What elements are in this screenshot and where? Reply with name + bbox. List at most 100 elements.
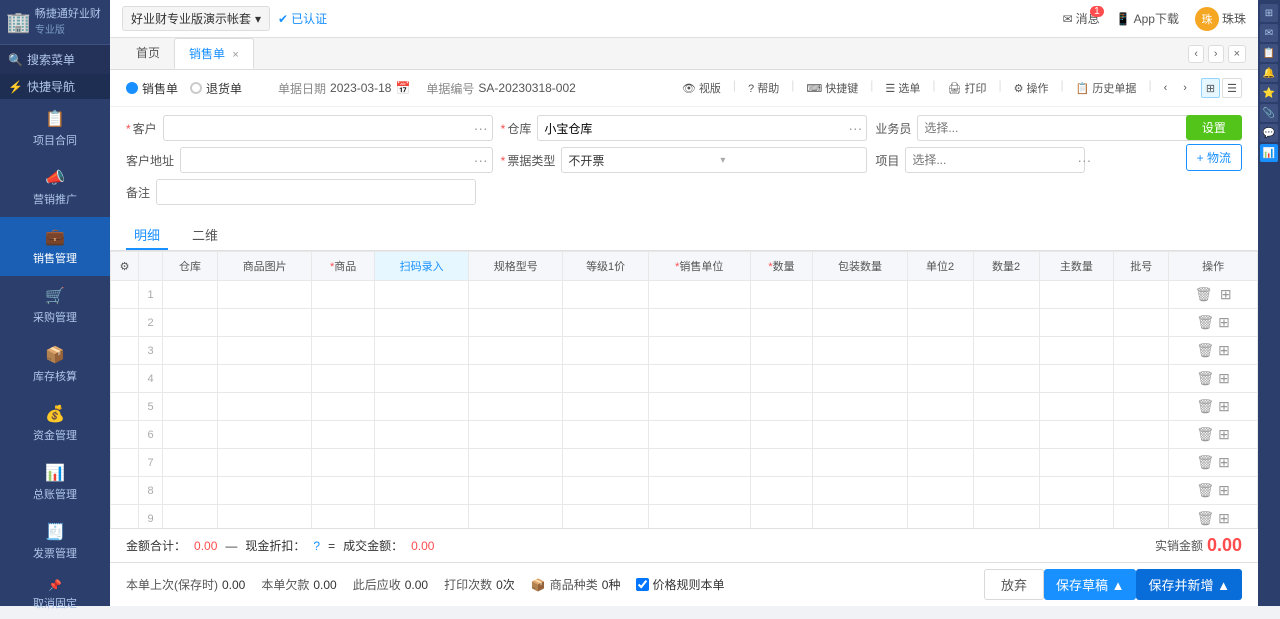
toolbar-help-btn[interactable]: ? 帮助	[742, 78, 785, 98]
tab-next-button[interactable]: ›	[1208, 45, 1224, 63]
row-copy-btn-7[interactable]: ⊞	[1216, 454, 1232, 471]
set-button[interactable]: 设置	[1186, 115, 1242, 140]
note-input[interactable]	[156, 179, 476, 205]
tab-close-all-button[interactable]: ×	[1228, 45, 1246, 63]
price-check-item[interactable]: 价格规则本单	[636, 576, 724, 593]
message-button[interactable]: ✉ 1 消息	[1063, 10, 1100, 27]
toolbar-view-btn[interactable]: 👁 视版	[676, 78, 727, 98]
col-settings[interactable]: ⚙	[111, 252, 139, 281]
tab-sales-order[interactable]: 销售单 ×	[174, 38, 254, 69]
price-check-checkbox[interactable]	[636, 578, 649, 591]
app-download-button[interactable]: 📱 App下载	[1116, 10, 1179, 27]
address-dots-btn[interactable]: ···	[470, 152, 492, 168]
user-avatar-button[interactable]: 珠 珠珠	[1195, 7, 1246, 31]
row-main-qty-1[interactable]	[1039, 281, 1114, 309]
invoice-select[interactable]: 不开票 ▾	[561, 147, 867, 173]
row-checkbox[interactable]	[111, 281, 139, 309]
save-new-button[interactable]: 保存并新增 ▲	[1136, 569, 1242, 600]
row-copy-btn-2[interactable]: ⊞	[1216, 314, 1232, 331]
radio-return-order[interactable]: 退货单	[190, 80, 242, 97]
calendar-icon[interactable]: 📅	[395, 81, 410, 95]
toolbar-select-btn[interactable]: ☰ 选单	[879, 78, 926, 98]
help-icon[interactable]: ?	[313, 539, 320, 553]
warehouse-input-field[interactable]	[538, 118, 844, 138]
customer-dots-btn[interactable]: ···	[470, 120, 492, 136]
toolbar-history-btn[interactable]: 📋 历史单据	[1070, 78, 1143, 98]
toolbar-operation-btn[interactable]: ⚙ 操作	[1008, 78, 1055, 98]
row-barcode-1[interactable]	[374, 281, 468, 309]
abandon-button[interactable]: 放弃	[984, 569, 1044, 600]
row-delete-btn-2[interactable]: 🗑	[1194, 314, 1216, 331]
row-delete-btn-4[interactable]: 🗑	[1194, 370, 1216, 387]
row-copy-btn-9[interactable]: ⊞	[1216, 510, 1232, 527]
right-tool-btn-1[interactable]: ⊞	[1260, 4, 1278, 22]
col-barcode[interactable]: 扫码录入	[374, 252, 468, 281]
right-tool-btn-5[interactable]: ⭐	[1260, 84, 1278, 102]
customer-input-field[interactable]	[164, 118, 470, 138]
row-copy-btn-4[interactable]: ⊞	[1216, 370, 1232, 387]
sidebar-item-ledger[interactable]: 📊 总账管理	[0, 453, 110, 512]
toolbar-nav-prev[interactable]: ‹	[1158, 78, 1174, 98]
right-tool-btn-8[interactable]: 📊	[1260, 144, 1278, 162]
sidebar-item-finance[interactable]: 💰 资金管理	[0, 394, 110, 453]
row-warehouse-1[interactable]	[163, 281, 218, 309]
row-price1-1[interactable]	[563, 281, 649, 309]
row-checkbox[interactable]	[111, 309, 139, 337]
radio-sales-order[interactable]: 销售单	[126, 80, 178, 97]
right-tool-btn-2[interactable]: ✉	[1260, 24, 1278, 42]
row-pack-qty-1[interactable]	[813, 281, 907, 309]
row-spec-1[interactable]	[469, 281, 563, 309]
row-qty2-1[interactable]	[973, 281, 1039, 309]
row-delete-btn-9[interactable]: 🗑	[1194, 510, 1216, 527]
row-delete-btn-8[interactable]: 🗑	[1194, 482, 1216, 499]
company-selector[interactable]: 好业财专业版演示帐套 ▾	[122, 6, 270, 31]
sidebar-item-sales[interactable]: 💼 销售管理	[0, 217, 110, 276]
save-draft-button[interactable]: 保存草稿 ▲	[1044, 569, 1137, 600]
row-delete-btn-3[interactable]: 🗑	[1194, 342, 1216, 359]
row-sales-unit-1[interactable]	[648, 281, 750, 309]
row-product-1[interactable]	[312, 281, 375, 309]
row-delete-btn-5[interactable]: 🗑	[1194, 398, 1216, 415]
project-input-field[interactable]	[906, 150, 1073, 170]
row-batch-1[interactable]	[1114, 281, 1169, 309]
project-input[interactable]: ···	[905, 147, 1085, 173]
address-input[interactable]: ···	[180, 147, 493, 173]
sidebar-item-purchase[interactable]: 🛒 采购管理	[0, 276, 110, 335]
row-copy-btn-8[interactable]: ⊞	[1216, 482, 1232, 499]
row-unit2-1[interactable]	[907, 281, 973, 309]
right-tool-btn-3[interactable]: 📋	[1260, 44, 1278, 62]
row-qty-1[interactable]	[750, 281, 813, 309]
warehouse-input[interactable]: ···	[537, 115, 867, 141]
address-input-field[interactable]	[181, 150, 470, 170]
row-delete-btn-1[interactable]: 🗑	[1193, 286, 1215, 303]
warehouse-dots-btn[interactable]: ···	[844, 120, 866, 136]
sidebar-item-inventory[interactable]: 📦 库存核算	[0, 335, 110, 394]
toolbar-shortcut-btn[interactable]: ⌨ 快捷键	[800, 78, 864, 98]
toolbar-nav-next[interactable]: ›	[1177, 78, 1193, 98]
right-tool-btn-6[interactable]: 📎	[1260, 104, 1278, 122]
row-copy-btn-5[interactable]: ⊞	[1216, 398, 1232, 415]
row-copy-btn-1[interactable]: ⊞	[1218, 286, 1234, 303]
customer-input[interactable]: ···	[163, 115, 493, 141]
sidebar-quick-nav[interactable]: ⚡ 快捷导航	[0, 74, 110, 99]
row-delete-btn-7[interactable]: 🗑	[1194, 454, 1216, 471]
toolbar-grid-view[interactable]: ⊞	[1201, 78, 1220, 98]
row-copy-btn-6[interactable]: ⊞	[1216, 426, 1232, 443]
toolbar-print-btn[interactable]: 🖨 打印	[941, 78, 992, 98]
sidebar-item-invoice[interactable]: 🧾 发票管理	[0, 512, 110, 571]
row-delete-btn-6[interactable]: 🗑	[1194, 426, 1216, 443]
tab-close-icon[interactable]: ×	[232, 49, 238, 61]
sidebar-item-project[interactable]: 📋 项目合同	[0, 99, 110, 158]
sidebar-cancel-fixed[interactable]: 📌 取消固定	[0, 571, 110, 619]
add-logistics-button[interactable]: + 物流	[1186, 144, 1242, 171]
toolbar-list-view[interactable]: ☰	[1222, 78, 1242, 98]
salesperson-input-field[interactable]	[918, 118, 1219, 138]
tab-detail[interactable]: 明细	[126, 221, 168, 250]
right-tool-btn-4[interactable]: 🔔	[1260, 64, 1278, 82]
row-copy-btn-3[interactable]: ⊞	[1216, 342, 1232, 359]
tab-home[interactable]: 首页	[122, 38, 174, 69]
project-dots-btn[interactable]: ···	[1073, 152, 1095, 168]
tab-2d[interactable]: 二维	[184, 221, 226, 250]
sidebar-item-marketing[interactable]: 📣 营销推广	[0, 158, 110, 217]
sidebar-search-item[interactable]: 🔍 搜索菜单	[0, 45, 110, 74]
